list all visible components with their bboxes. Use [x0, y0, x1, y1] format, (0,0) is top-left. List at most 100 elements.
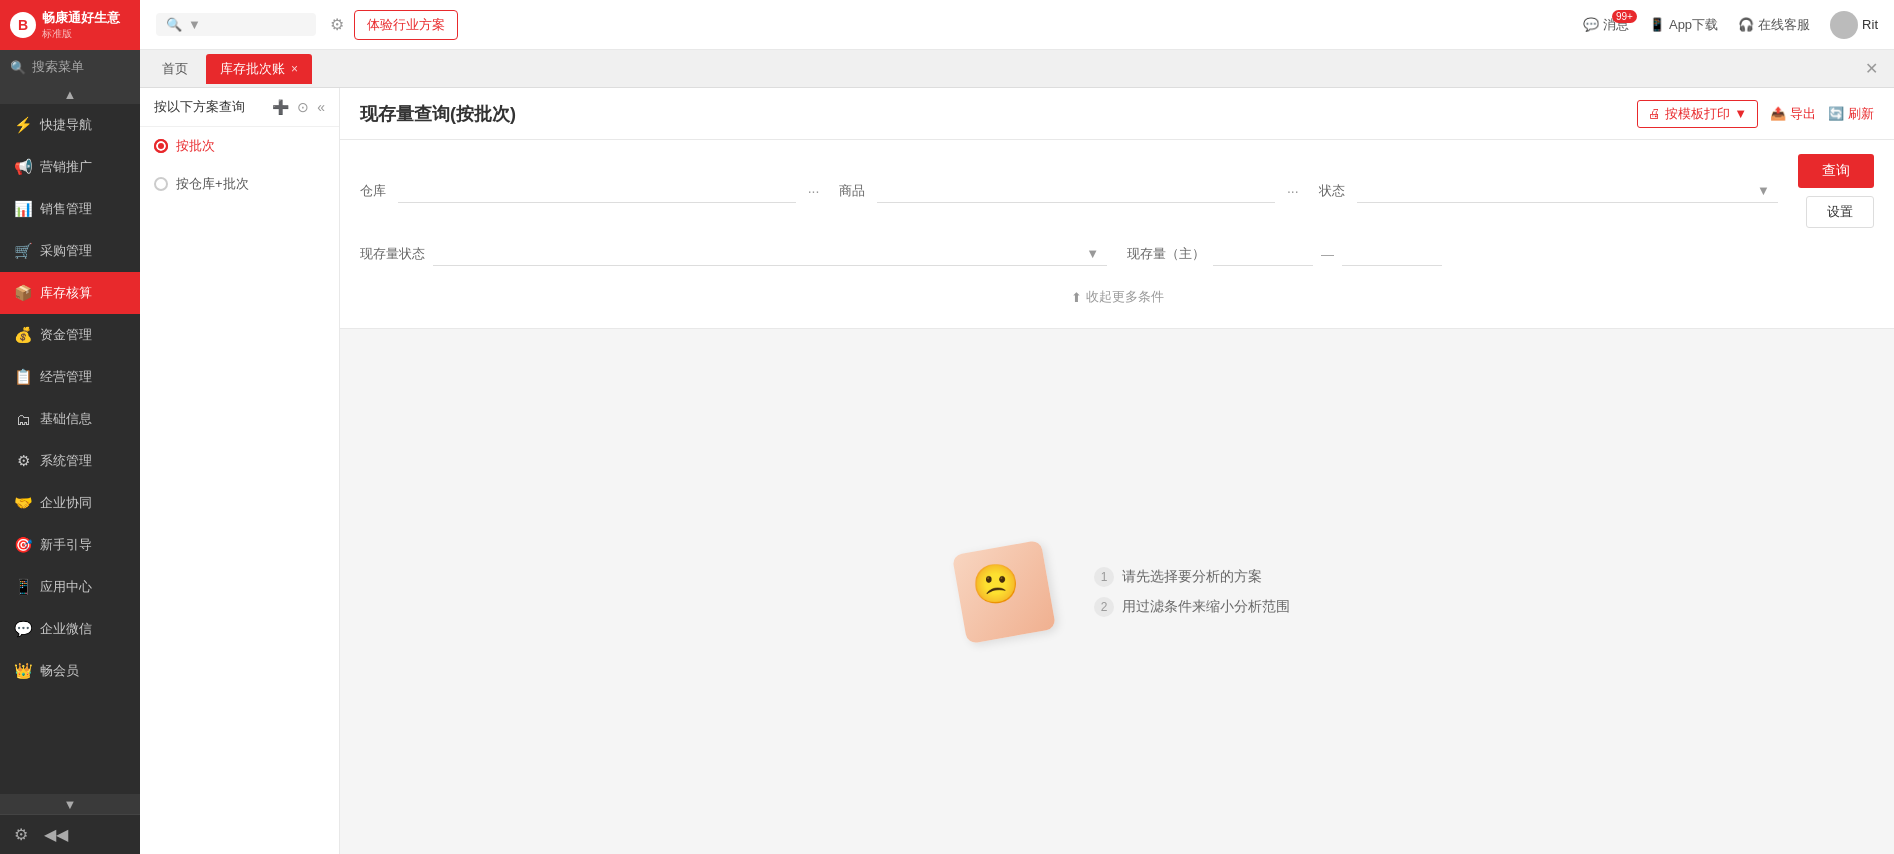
- topbar-dropdown[interactable]: ▼: [188, 17, 201, 32]
- operations-icon: 📋: [14, 368, 32, 386]
- add-filter-icon[interactable]: ➕: [272, 99, 289, 115]
- inventory-status-dropdown[interactable]: ▼: [433, 242, 1107, 266]
- wechat-icon: 💬: [14, 620, 32, 638]
- print-button[interactable]: 🖨 按模板打印 ▼: [1637, 100, 1758, 128]
- filter-row-1: 仓库 ··· 商品 ··· 状态 ▼: [360, 154, 1874, 228]
- sidebar-item-purchase[interactable]: 🛒 采购管理: [0, 230, 140, 272]
- filter-option-batch[interactable]: 按批次: [140, 127, 339, 165]
- app-version: 标准版: [42, 27, 120, 41]
- message-badge: 99+: [1612, 10, 1637, 23]
- hint-item-1: 1 请先选择要分析的方案: [1094, 567, 1290, 587]
- collapse-sidebar-icon[interactable]: ◀◀: [44, 825, 68, 844]
- refresh-button[interactable]: 🔄 刷新: [1828, 105, 1874, 123]
- sidebar-item-label: 库存核算: [40, 284, 92, 302]
- empty-state: 😕 1 请先选择要分析的方案 2 用过滤条件来缩小分析范围: [340, 329, 1894, 854]
- guide-icon: 🎯: [14, 536, 32, 554]
- tab-active-label: 库存批次账: [220, 60, 285, 78]
- status-dropdown[interactable]: ▼: [1357, 179, 1778, 203]
- topbar-search[interactable]: 🔍 ▼: [156, 13, 316, 36]
- filter-row-2: 现存量状态 ▼ 现存量（主） —: [360, 242, 1874, 266]
- sidebar-item-collab[interactable]: 🤝 企业协同: [0, 482, 140, 524]
- sidebar-item-quick[interactable]: ⚡ 快捷导航: [0, 104, 140, 146]
- print-icon: 🖨: [1648, 106, 1661, 121]
- collapse-label: 收起更多条件: [1086, 288, 1164, 306]
- print-dropdown-icon[interactable]: ▼: [1734, 106, 1747, 121]
- sales-icon: 📊: [14, 200, 32, 218]
- online-service-label: 在线客服: [1758, 16, 1810, 34]
- sidebar-item-finance[interactable]: 💰 资金管理: [0, 314, 140, 356]
- finance-icon: 💰: [14, 326, 32, 344]
- sidebar-item-apps[interactable]: 📱 应用中心: [0, 566, 140, 608]
- status-dropdown-icon: ▼: [1757, 183, 1770, 198]
- export-button[interactable]: 📤 导出: [1770, 105, 1816, 123]
- quick-icon: ⚡: [14, 116, 32, 134]
- query-button[interactable]: 查询: [1798, 154, 1874, 188]
- inventory-qty-max-input[interactable]: [1342, 242, 1442, 266]
- print-label: 按模板打印: [1665, 105, 1730, 123]
- sidebar-item-sales[interactable]: 📊 销售管理: [0, 188, 140, 230]
- sidebar-item-operations[interactable]: 📋 经营管理: [0, 356, 140, 398]
- sidebar-item-marketing[interactable]: 📢 营销推广: [0, 146, 140, 188]
- hint-2-num: 2: [1094, 597, 1114, 617]
- tab-close-button[interactable]: ×: [291, 62, 298, 76]
- sidebar-item-label: 系统管理: [40, 452, 92, 470]
- sidebar-item-wechat[interactable]: 💬 企业微信: [0, 608, 140, 650]
- sidebar-item-basic[interactable]: 🗂 基础信息: [0, 398, 140, 440]
- scroll-up-button[interactable]: ▲: [0, 84, 140, 104]
- basic-icon: 🗂: [14, 410, 32, 428]
- sidebar-item-label: 畅会员: [40, 662, 79, 680]
- topbar-settings-icon[interactable]: ⚙: [330, 15, 344, 34]
- messages-button[interactable]: 💬 消息 99+: [1583, 16, 1629, 34]
- filter-icons: ➕ ⊙ «: [272, 99, 325, 115]
- inventory-qty-min-input[interactable]: [1213, 242, 1313, 266]
- tab-bar: 首页 库存批次账 × ✕: [140, 50, 1894, 88]
- warehouse-more[interactable]: ···: [808, 183, 820, 199]
- warehouse-input[interactable]: [398, 179, 796, 203]
- search-menu[interactable]: 🔍 搜索菜单: [0, 50, 140, 84]
- query-header: 现存量查询(按批次) 🖨 按模板打印 ▼ 📤 导出 🔄 刷新: [340, 88, 1894, 140]
- product-input[interactable]: [877, 179, 1275, 203]
- filter-option-warehouse-batch[interactable]: 按仓库+批次: [140, 165, 339, 203]
- sidebar-item-system[interactable]: ⚙ 系统管理: [0, 440, 140, 482]
- sidebar-item-label: 销售管理: [40, 200, 92, 218]
- inventory-status-dropdown-icon: ▼: [1086, 246, 1099, 261]
- online-service-button[interactable]: 🎧 在线客服: [1738, 16, 1810, 34]
- filter-radio-warehouse-batch: [154, 177, 168, 191]
- radio-inner: [154, 139, 168, 153]
- settings-filter-icon[interactable]: ⊙: [297, 99, 309, 115]
- warehouse-field: 仓库 ···: [360, 179, 819, 203]
- sidebar-item-label: 新手引导: [40, 536, 92, 554]
- collapse-bar[interactable]: ⬆ 收起更多条件: [360, 280, 1874, 314]
- headset-icon: 🎧: [1738, 17, 1754, 32]
- username: Rit: [1862, 17, 1878, 32]
- app-download-icon: 📱: [1649, 17, 1665, 32]
- query-area: 现存量查询(按批次) 🖨 按模板打印 ▼ 📤 导出 🔄 刷新: [340, 88, 1894, 854]
- user-profile[interactable]: Rit: [1830, 11, 1878, 39]
- refresh-icon: 🔄: [1828, 106, 1844, 121]
- apps-icon: 📱: [14, 578, 32, 596]
- sidebar: B 畅康通好生意 标准版 🔍 搜索菜单 ▲ ⚡ 快捷导航 📢 营销推广 📊 销售…: [0, 0, 140, 854]
- sidebar-item-inventory[interactable]: 📦 库存核算: [0, 272, 140, 314]
- tab-inventory-batch[interactable]: 库存批次账 ×: [206, 54, 312, 84]
- tab-home[interactable]: 首页: [148, 54, 202, 84]
- settings-icon[interactable]: ⚙: [14, 825, 28, 844]
- message-icon: 💬: [1583, 17, 1599, 32]
- collapse-filter-icon[interactable]: «: [317, 99, 325, 115]
- hint-2-text: 用过滤条件来缩小分析范围: [1122, 598, 1290, 616]
- inventory-qty-label: 现存量（主）: [1127, 245, 1205, 263]
- filter-form: 仓库 ··· 商品 ··· 状态 ▼: [340, 140, 1894, 329]
- scroll-down-button[interactable]: ▼: [0, 794, 140, 814]
- experience-button[interactable]: 体验行业方案: [354, 10, 458, 40]
- panel-close-button[interactable]: ✕: [1857, 59, 1886, 78]
- sidebar-item-member[interactable]: 👑 畅会员: [0, 650, 140, 692]
- filter-option-warehouse-batch-label: 按仓库+批次: [176, 175, 249, 193]
- app-download-button[interactable]: 📱 App下载: [1649, 16, 1718, 34]
- collab-icon: 🤝: [14, 494, 32, 512]
- sidebar-item-guide[interactable]: 🎯 新手引导: [0, 524, 140, 566]
- sidebar-item-label: 快捷导航: [40, 116, 92, 134]
- product-more[interactable]: ···: [1287, 183, 1299, 199]
- sidebar-footer: ⚙ ◀◀: [0, 814, 140, 854]
- search-icon: 🔍: [10, 60, 26, 75]
- settings-button[interactable]: 设置: [1806, 196, 1874, 228]
- inventory-qty-field: 现存量（主） —: [1127, 242, 1874, 266]
